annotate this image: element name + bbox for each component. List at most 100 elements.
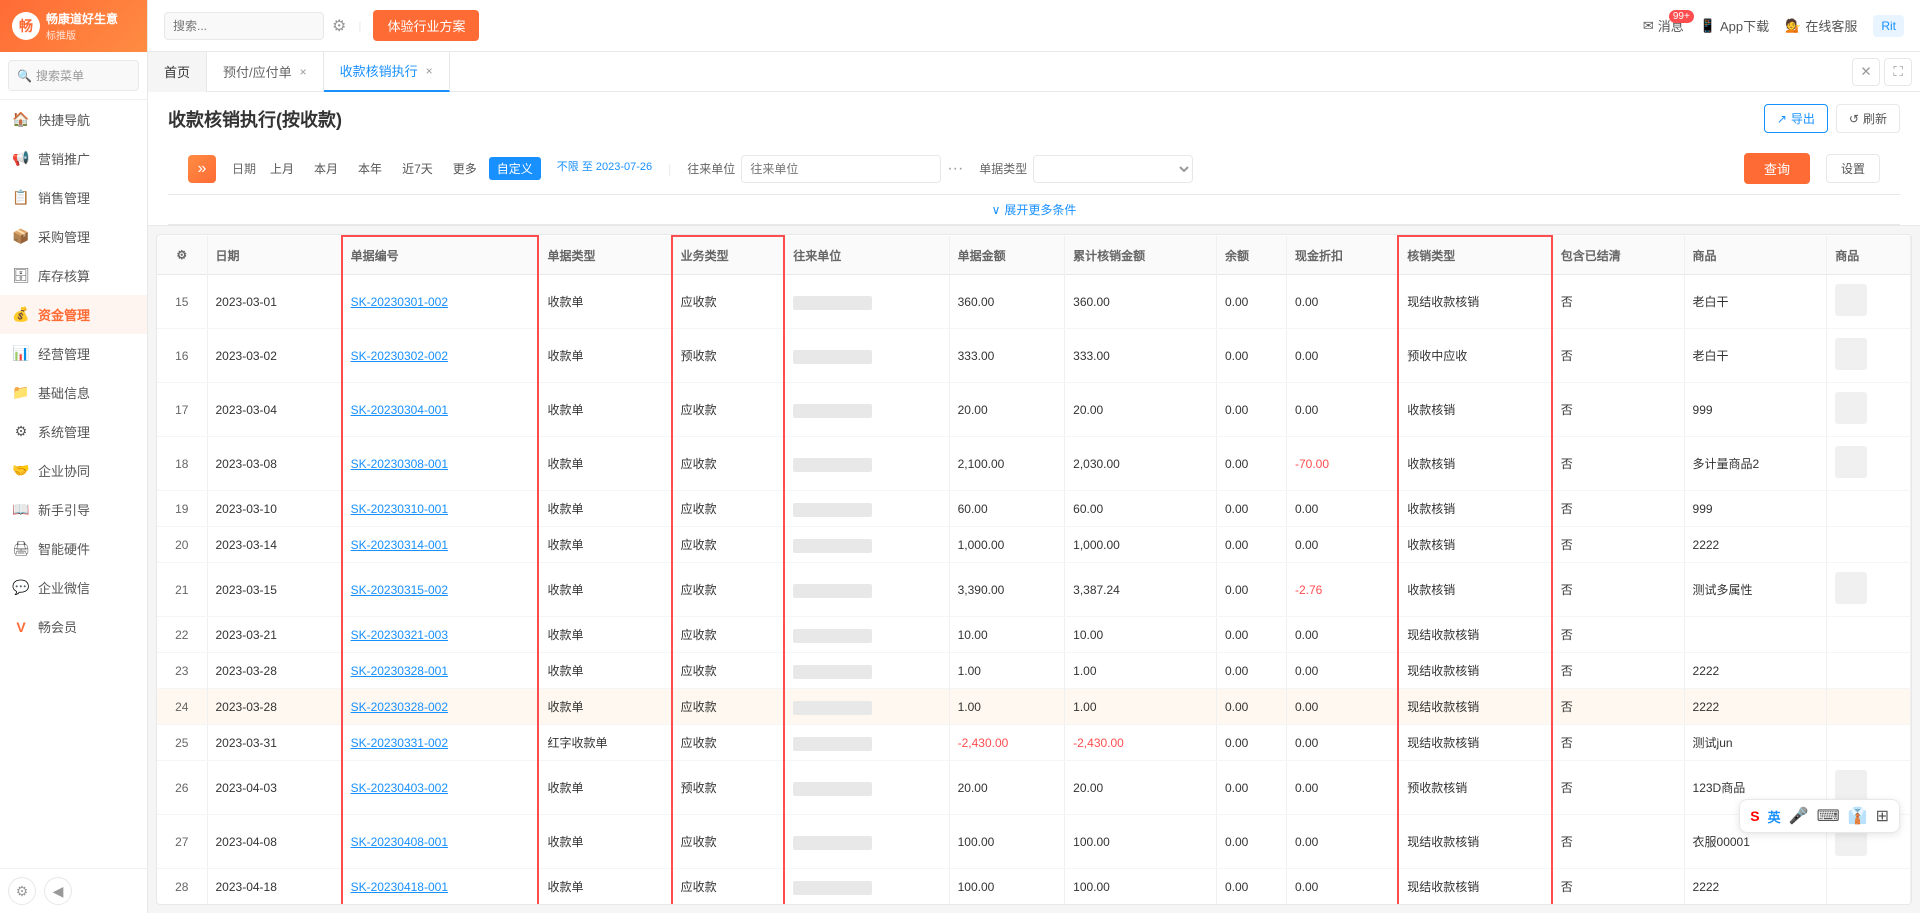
sidebar-item-hardware[interactable]: 🖨 智能硬件 <box>0 529 147 568</box>
partner-dots[interactable]: ··· <box>947 160 963 178</box>
logo-icon: 畅 <box>12 12 40 40</box>
sidebar-item-sales[interactable]: 📋 销售管理 <box>0 178 147 217</box>
filter-settings-button[interactable]: 设置 <box>1826 154 1880 183</box>
query-button[interactable]: 查询 <box>1744 153 1810 184</box>
topbar-gear-icon[interactable]: ⚙ <box>332 16 346 36</box>
cell-partner: ████ <box>784 617 949 653</box>
cell-idx: 21 <box>157 563 207 617</box>
messages-button[interactable]: ✉ 消息 99+ <box>1643 16 1684 35</box>
cell-idx: 15 <box>157 275 207 329</box>
filter-last-month[interactable]: 上月 <box>262 157 302 180</box>
table-row: 15 2023-03-01 SK-20230301-002 收款单 应收款 ██… <box>157 275 1911 329</box>
billno-link[interactable]: SK-20230314-001 <box>351 538 448 552</box>
filter-this-year[interactable]: 本年 <box>350 157 390 180</box>
cell-biztype: 应收款 <box>672 653 785 689</box>
sidebar-item-marketing[interactable]: 📢 营销推广 <box>0 139 147 178</box>
tab-prepay-close[interactable]: × <box>300 65 307 79</box>
cell-idx: 26 <box>157 761 207 815</box>
sidebar-item-operation[interactable]: 📊 经营管理 <box>0 334 147 373</box>
bill-type-select[interactable] <box>1033 155 1193 183</box>
tab-collection[interactable]: 收款核销执行 × <box>324 52 450 92</box>
cell-product-img <box>1827 653 1911 689</box>
billno-link[interactable]: SK-20230301-002 <box>351 295 448 309</box>
table-footer-row: 合计 <box>157 905 1911 906</box>
sidebar-item-quick-nav[interactable]: 🏠 快捷导航 <box>0 100 147 139</box>
cell-biztype: 应收款 <box>672 725 785 761</box>
topbar-actions: ✉ 消息 99+ 📱 App下载 💁 在线客服 Rit <box>1643 15 1904 37</box>
maximize-button[interactable]: ⛶ <box>1884 58 1912 86</box>
cell-include-settled: 否 <box>1552 563 1684 617</box>
sidebar-item-purchase[interactable]: 📦 采购管理 <box>0 217 147 256</box>
keyboard-icon[interactable]: ⌨ <box>1817 806 1840 826</box>
cell-date: 2023-04-03 <box>207 761 342 815</box>
billno-link[interactable]: SK-20230321-003 <box>351 628 448 642</box>
cell-idx: 17 <box>157 383 207 437</box>
cell-idx: 22 <box>157 617 207 653</box>
cell-billtype: 收款单 <box>538 437 671 491</box>
cell-balance: 0.00 <box>1217 491 1287 527</box>
cell-balance: 0.00 <box>1217 383 1287 437</box>
billno-link[interactable]: SK-20230302-002 <box>351 349 448 363</box>
sidebar-item-base[interactable]: 📁 基础信息 <box>0 373 147 412</box>
grid-icon[interactable]: ⊞ <box>1876 806 1889 826</box>
billno-link[interactable]: SK-20230418-001 <box>351 880 448 894</box>
search-icon: 🔍 <box>17 69 32 83</box>
app-download-button[interactable]: 📱 App下载 <box>1700 16 1769 35</box>
filter-this-month[interactable]: 本月 <box>306 157 346 180</box>
shirt-icon[interactable]: 👔 <box>1848 806 1868 826</box>
sidebar-item-guide[interactable]: 📖 新手引导 <box>0 490 147 529</box>
search-menu-button[interactable]: 🔍 搜索菜单 <box>8 60 139 91</box>
filter-more[interactable]: 更多 <box>445 157 485 180</box>
sidebar-item-enterprise[interactable]: 🤝 企业协同 <box>0 451 147 490</box>
cell-product: 老白干 <box>1684 329 1827 383</box>
tab-home[interactable]: 首页 <box>148 52 207 92</box>
sidebar-item-inventory[interactable]: 🗄 库存核算 <box>0 256 147 295</box>
settings-bottom-button[interactable]: ⚙ <box>8 877 36 905</box>
cell-amount: 10.00 <box>949 617 1065 653</box>
cell-amount: 1.00 <box>949 653 1065 689</box>
mic-icon[interactable]: 🎤 <box>1789 806 1809 826</box>
cell-total-core: 1.00 <box>1065 689 1217 725</box>
member-icon: V <box>12 619 30 635</box>
table-row: 27 2023-04-08 SK-20230408-001 收款单 应收款 ██… <box>157 815 1911 869</box>
tab-prepay[interactable]: 预付/应付单 × <box>207 52 324 92</box>
tab-collection-close[interactable]: × <box>426 64 433 78</box>
expand-bar[interactable]: ∨ 展开更多条件 <box>168 195 1900 225</box>
solution-button[interactable]: 体验行业方案 <box>373 10 479 41</box>
sidebar-item-wechat[interactable]: 💬 企业微信 <box>0 568 147 607</box>
billno-link[interactable]: SK-20230328-002 <box>351 700 448 714</box>
cell-amount: -2,430.00 <box>949 725 1065 761</box>
th-product-img: 商品 <box>1827 236 1911 275</box>
data-table: ⚙ 日期 单据编号 单据类型 业务类型 往来单位 单据金额 累计核销金额 余额 … <box>157 235 1911 905</box>
filter-7days[interactable]: 近7天 <box>394 157 441 180</box>
export-button[interactable]: ↗ 导出 <box>1764 104 1828 133</box>
base-icon: 📁 <box>12 384 30 401</box>
billno-link[interactable]: SK-20230308-001 <box>351 457 448 471</box>
partner-input[interactable] <box>741 155 941 183</box>
sidebar-item-system[interactable]: ⚙ 系统管理 <box>0 412 147 451</box>
cell-product-img <box>1827 275 1911 329</box>
sidebar-item-member[interactable]: V 畅会员 <box>0 607 147 646</box>
topbar-search-input[interactable] <box>164 12 324 40</box>
billno-link[interactable]: SK-20230331-002 <box>351 736 448 750</box>
filter-toggle-button[interactable]: » <box>188 155 216 183</box>
floating-toolbar: S 英 🎤 ⌨ 👔 ⊞ <box>1739 799 1900 833</box>
sidebar-item-finance[interactable]: 💰 资金管理 <box>0 295 147 334</box>
billno-link[interactable]: SK-20230315-002 <box>351 583 448 597</box>
billno-link[interactable]: SK-20230310-001 <box>351 502 448 516</box>
cell-coretype: 预收款核销 <box>1398 761 1552 815</box>
close-tab-button[interactable]: ✕ <box>1852 58 1880 86</box>
filter-custom[interactable]: 自定义 <box>489 157 541 180</box>
billno-link[interactable]: SK-20230328-001 <box>351 664 448 678</box>
billno-link[interactable]: SK-20230304-001 <box>351 403 448 417</box>
expand-icon: ∨ <box>992 203 1001 217</box>
collapse-button[interactable]: ◀ <box>44 877 72 905</box>
tabs-right-controls: ✕ ⛶ <box>1852 58 1920 86</box>
billno-link[interactable]: SK-20230403-002 <box>351 781 448 795</box>
online-service-button[interactable]: 💁 在线客服 <box>1785 16 1857 35</box>
user-badge[interactable]: Rit <box>1873 15 1904 37</box>
th-date: 日期 <box>207 236 342 275</box>
cell-product-img <box>1827 563 1911 617</box>
refresh-button[interactable]: ↺ 刷新 <box>1836 104 1900 133</box>
billno-link[interactable]: SK-20230408-001 <box>351 835 448 849</box>
